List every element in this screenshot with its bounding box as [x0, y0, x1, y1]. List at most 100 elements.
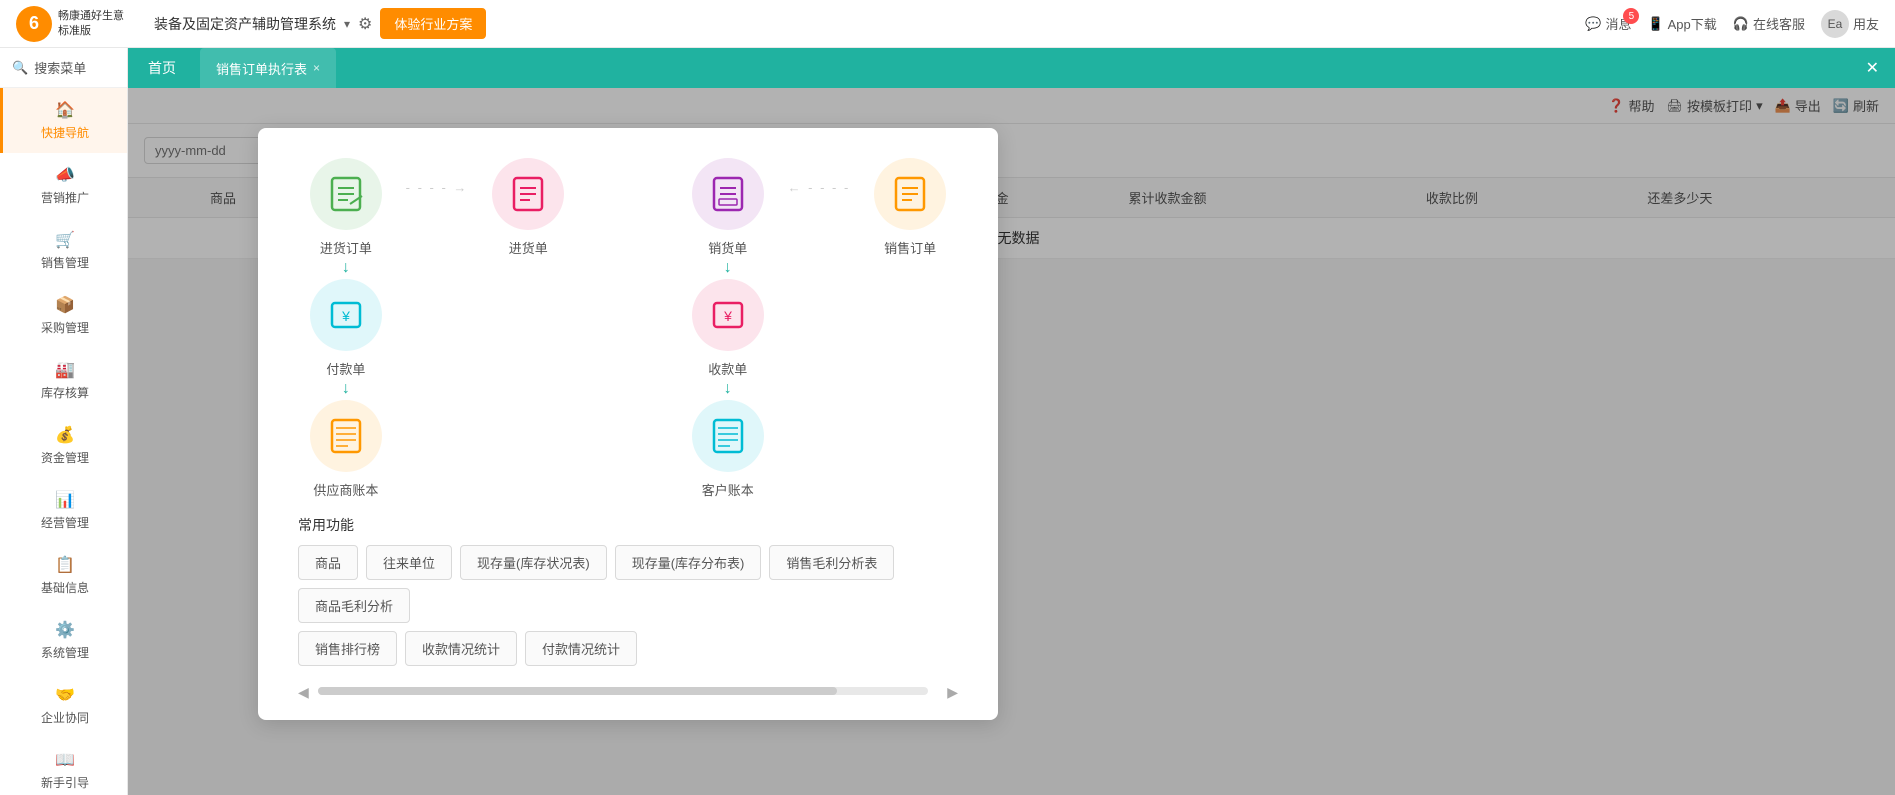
logo-text: 畅康通好生意 标准版 — [58, 9, 124, 38]
sidebar-item-base[interactable]: 📋 基础信息 — [0, 543, 127, 608]
app-download-label: App下载 — [1668, 14, 1717, 33]
message-btn[interactable]: 💬 消息 5 — [1585, 14, 1631, 33]
sidebar-item-collab[interactable]: 🤝 企业协同 — [0, 673, 127, 738]
purchase-icon: 📦 — [55, 295, 75, 315]
scrollbar-track[interactable] — [318, 687, 928, 695]
search-menu-label: 搜索菜单 — [34, 58, 86, 77]
sidebar-item-sales[interactable]: 🛒 销售管理 — [0, 218, 127, 283]
func-buttons-row2: 销售排行榜 收款情况统计 付款情况统计 — [298, 631, 958, 666]
payment-bill-label: 付款单 — [326, 359, 365, 378]
sidebar-item-label-guide: 新手引导 — [41, 774, 89, 791]
scroll-left-arrow[interactable]: ◀ — [298, 684, 309, 701]
search-icon: 🔍 — [12, 60, 28, 76]
sidebar-item-guide[interactable]: 📖 新手引导 — [0, 738, 127, 795]
online-service-btn[interactable]: 🎧 在线客服 — [1733, 14, 1805, 33]
tab-home[interactable]: 首页 — [128, 48, 196, 88]
tab-current[interactable]: 销售订单执行表 × — [200, 48, 336, 88]
flow-node-sales-order: 销售订单 — [874, 158, 946, 257]
app-logo-icon: 6 — [16, 6, 52, 42]
func-btn-goods[interactable]: 商品 — [298, 545, 358, 580]
app-download-btn[interactable]: 📱 App下载 — [1647, 14, 1716, 33]
logo-line1: 畅康通好生意 — [58, 9, 124, 23]
receipt-circle: ¥ — [692, 279, 764, 351]
tab-bar-close-btn[interactable]: ✕ — [1850, 58, 1895, 78]
customer-account-label: 客户账本 — [702, 480, 754, 499]
purchase-bill-circle — [492, 158, 564, 230]
common-funcs-title: 常用功能 — [298, 515, 958, 535]
tab-close-icon[interactable]: × — [313, 61, 320, 75]
user-avatar: Ea — [1821, 10, 1849, 38]
func-btn-stock-dist[interactable]: 现存量(库存分布表) — [615, 545, 762, 580]
inventory-icon: 🏭 — [55, 360, 75, 380]
sidebar-item-purchase[interactable]: 📦 采购管理 — [0, 283, 127, 348]
sidebar-item-label-finance: 资金管理 — [41, 449, 89, 466]
user-initials: Ea — [1828, 17, 1843, 31]
sidebar-item-system[interactable]: ⚙️ 系统管理 — [0, 608, 127, 673]
func-btn-goods-profit[interactable]: 商品毛利分析 — [298, 588, 410, 623]
sidebar-item-inventory[interactable]: 🏭 库存核算 — [0, 348, 127, 413]
operation-icon: 📊 — [55, 490, 75, 510]
flow-node-receipt-bill: ¥ 收款单 — [692, 279, 764, 378]
scrollbar-thumb[interactable] — [318, 687, 837, 695]
sidebar: 🔍 搜索菜单 🏠 快捷导航 📣 营销推广 🛒 销售管理 📦 采购管理 🏭 — [0, 48, 128, 795]
sidebar-item-operation[interactable]: 📊 经营管理 — [0, 478, 127, 543]
scroll-right-arrow[interactable]: ▶ — [947, 684, 958, 701]
sidebar-item-label-marketing: 营销推广 — [41, 189, 89, 206]
arrow-v2: ↓ — [342, 380, 350, 398]
search-menu-item[interactable]: 🔍 搜索菜单 — [0, 48, 127, 88]
customer-circle — [692, 400, 764, 472]
finance-icon: 💰 — [55, 425, 75, 445]
flow-node-purchase-bill2: 进货单 — [492, 158, 564, 257]
sales-bill-circle — [692, 158, 764, 230]
flow-node-purchase-order: 进货订单 — [310, 158, 382, 257]
func-btn-stock-status[interactable]: 现存量(库存状况表) — [460, 545, 607, 580]
logo-char: 6 — [29, 13, 39, 34]
modal-scrollbar-area: ◀ ▶ — [298, 680, 958, 700]
h-arrow-area-right: ← - - - - — [788, 158, 851, 195]
online-service-label: 在线客服 — [1753, 14, 1805, 33]
flow-modal: 进货订单 ↓ ¥ 付款单 ↓ — [258, 128, 998, 720]
quick-nav-icon: 🏠 — [55, 100, 75, 120]
arrow-v1: ↓ — [342, 259, 350, 277]
modal-overlay[interactable]: 进货订单 ↓ ¥ 付款单 ↓ — [128, 88, 1895, 795]
receipt-bill-label: 收款单 — [708, 359, 747, 378]
message-badge: 5 — [1623, 8, 1639, 24]
sidebar-item-finance[interactable]: 💰 资金管理 — [0, 413, 127, 478]
func-btn-receipt-stat[interactable]: 收款情况统计 — [405, 631, 517, 666]
purchase-order-circle — [310, 158, 382, 230]
sales-order-label: 销售订单 — [884, 238, 936, 257]
system-dropdown-btn[interactable]: ▾ — [344, 17, 350, 31]
flow-node-customer-account: 客户账本 — [692, 400, 764, 499]
sidebar-item-quick-nav[interactable]: 🏠 快捷导航 — [0, 88, 127, 153]
trial-button[interactable]: 体验行业方案 — [380, 8, 486, 39]
func-btn-sales-ranking[interactable]: 销售排行榜 — [298, 631, 397, 666]
func-btn-counterparty[interactable]: 往来单位 — [366, 545, 452, 580]
func-btn-payment-stat[interactable]: 付款情况统计 — [525, 631, 637, 666]
sidebar-item-marketing[interactable]: 📣 营销推广 — [0, 153, 127, 218]
download-icon: 📱 — [1647, 16, 1663, 32]
system-name: 装备及固定资产辅助管理系统 — [154, 14, 336, 34]
payment-circle: ¥ — [310, 279, 382, 351]
sidebar-item-label-purchase: 采购管理 — [41, 319, 89, 336]
purchase-bill-label: 进货单 — [509, 238, 548, 257]
svg-text:¥: ¥ — [723, 308, 732, 324]
flow-col-mid-left: 进货单 — [492, 158, 564, 257]
sales-bill-label: 销货单 — [708, 238, 747, 257]
base-icon: 📋 — [55, 555, 75, 575]
sidebar-item-label-inventory: 库存核算 — [41, 384, 89, 401]
tab-bar: 首页 销售订单执行表 × ✕ — [128, 48, 1895, 88]
user-area[interactable]: Ea 用友 — [1821, 10, 1879, 38]
user-name: 用友 — [1853, 14, 1879, 33]
flow-node-sales-bill: 销货单 — [692, 158, 764, 257]
flow-col-right: 销售订单 — [874, 158, 946, 257]
app-container: 6 畅康通好生意 标准版 装备及固定资产辅助管理系统 ▾ ⚙ 体验行业方案 💬 … — [0, 0, 1895, 795]
flow-col-mid-right: 销货单 ↓ ¥ 收款单 ↓ — [692, 158, 764, 499]
func-btn-sales-profit[interactable]: 销售毛利分析表 — [769, 545, 894, 580]
common-funcs-section: 常用功能 商品 往来单位 现存量(库存状况表) 现存量(库存分布表) 销售毛利分… — [298, 515, 958, 666]
top-bar: 6 畅康通好生意 标准版 装备及固定资产辅助管理系统 ▾ ⚙ 体验行业方案 💬 … — [0, 0, 1895, 48]
settings-gear-btn[interactable]: ⚙ — [358, 14, 372, 34]
marketing-icon: 📣 — [55, 165, 75, 185]
flow-diagram: 进货订单 ↓ ¥ 付款单 ↓ — [298, 158, 958, 499]
svg-text:¥: ¥ — [341, 308, 350, 324]
service-icon: 🎧 — [1733, 16, 1749, 32]
